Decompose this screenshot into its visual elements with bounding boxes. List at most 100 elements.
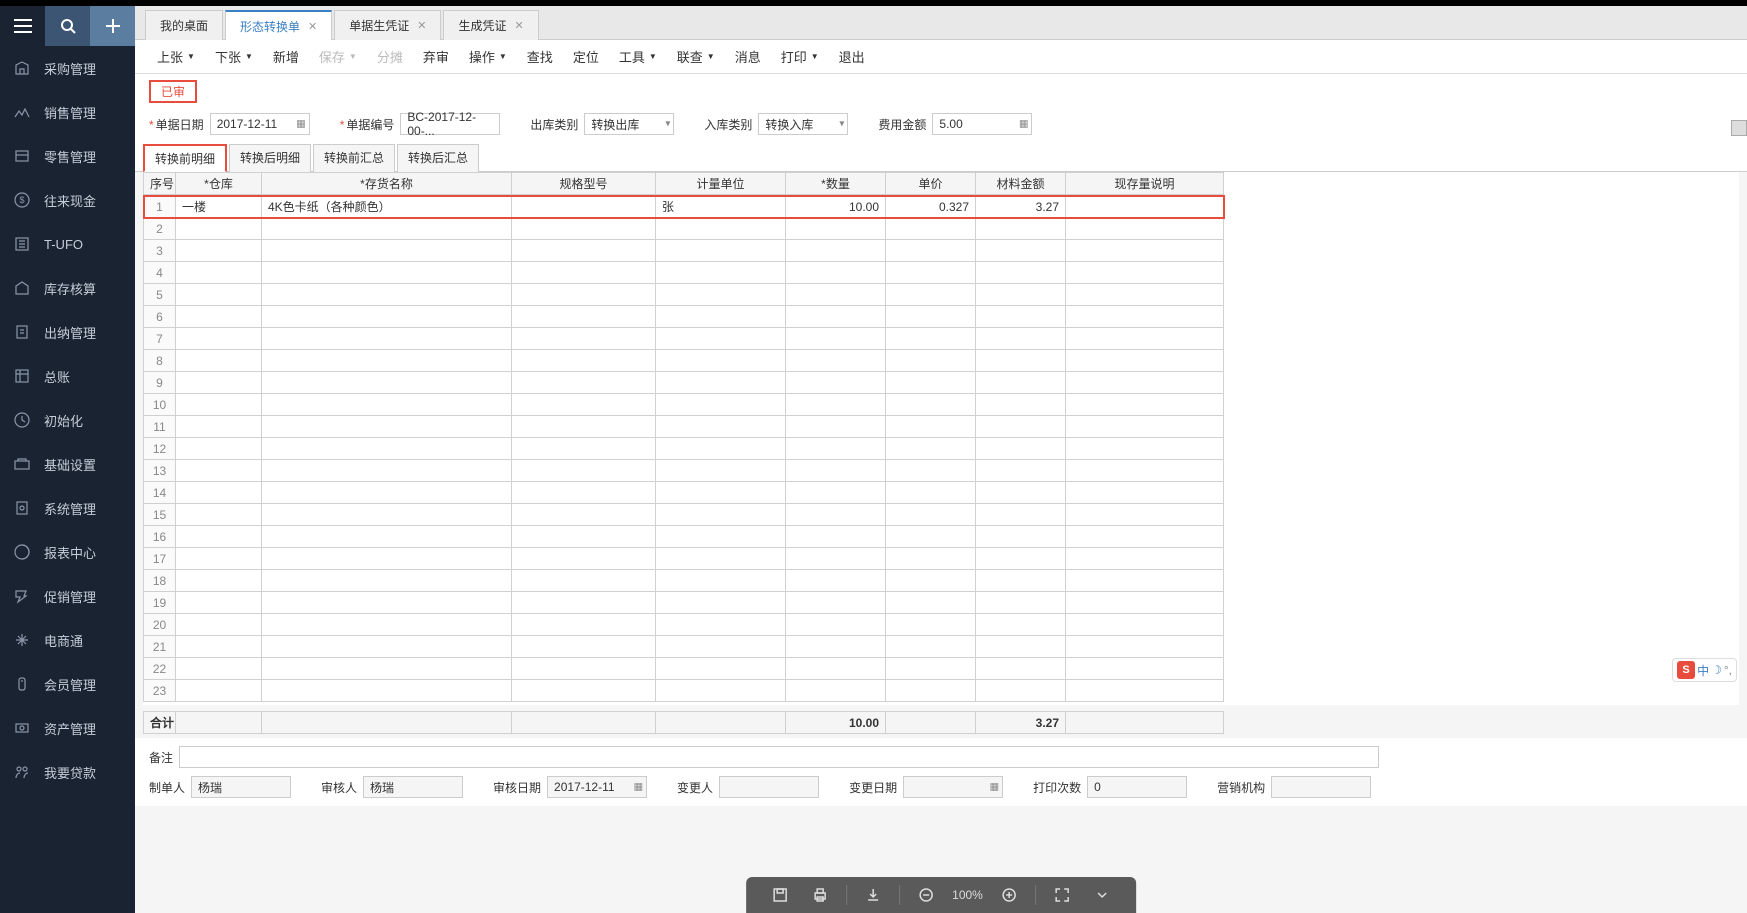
sidebar-item-3[interactable]: $往来现金 [0,178,135,222]
subtab[interactable]: 转换后明细 [229,144,311,172]
sidebar-item-11[interactable]: 报表中心 [0,530,135,574]
print-icon[interactable] [806,881,834,909]
toolbar-弃审[interactable]: 弃审 [415,43,457,70]
tab[interactable]: 我的桌面 [145,10,223,40]
export-icon[interactable] [859,881,887,909]
table-row[interactable]: 19 [144,592,1224,614]
print-input: 0 [1087,776,1187,798]
menu-button[interactable] [0,6,45,46]
sidebar-item-12[interactable]: 促销管理 [0,574,135,618]
table-row[interactable]: 22 [144,658,1224,680]
column-header[interactable]: *数量 [786,173,886,195]
sidebar-item-9[interactable]: 基础设置 [0,442,135,486]
ime-widget[interactable]: S 中 ☽ °, [1672,658,1737,682]
save-icon[interactable] [766,881,794,909]
toolbar-新增[interactable]: 新增 [265,43,307,70]
table-row[interactable]: 5 [144,284,1224,306]
table-row[interactable]: 18 [144,570,1224,592]
zoom-in-icon[interactable] [995,881,1023,909]
column-header[interactable]: 材料金额 [976,173,1066,195]
sidebar-item-16[interactable]: 我要贷款 [0,750,135,794]
scroll-indicator[interactable] [1731,120,1747,136]
toolbar-label: 定位 [573,47,599,66]
column-header[interactable]: 现存量说明 [1066,173,1224,195]
out-select[interactable]: 转换出库▾ [584,113,674,135]
table-row[interactable]: 20 [144,614,1224,636]
column-header[interactable]: 计量单位 [656,173,786,195]
sidebar-item-1[interactable]: 销售管理 [0,90,135,134]
date-input[interactable]: 2017-12-11▦ [210,113,310,135]
toolbar-联查[interactable]: 联查▼ [669,43,723,70]
close-icon[interactable]: ✕ [308,20,317,33]
sidebar-item-15[interactable]: 资产管理 [0,706,135,750]
table-row[interactable]: 9 [144,372,1224,394]
moon-icon: ☽ [1711,663,1722,677]
table-row[interactable]: 21 [144,636,1224,658]
sidebar-item-label: 零售管理 [44,147,96,166]
chevron-down-icon: ▼ [187,52,195,61]
sidebar-item-4[interactable]: T-UFO [0,222,135,266]
toolbar-操作[interactable]: 操作▼ [461,43,515,70]
table-row[interactable]: 15 [144,504,1224,526]
tab[interactable]: 形态转换单✕ [225,10,332,40]
org-input[interactable] [1271,776,1371,798]
table-row[interactable]: 17 [144,548,1224,570]
code-input[interactable]: BC-2017-12-00-... [400,113,500,135]
add-button[interactable] [90,6,135,46]
in-select[interactable]: 转换入库▾ [758,113,848,135]
table-row[interactable]: 14 [144,482,1224,504]
toolbar-消息[interactable]: 消息 [727,43,769,70]
toolbar-定位[interactable]: 定位 [565,43,607,70]
search-button[interactable] [45,6,90,46]
column-header[interactable]: 单价 [886,173,976,195]
table-row[interactable]: 1一楼4K色卡纸（各种颜色）张10.000.3273.27 [144,196,1224,218]
sidebar-item-label: T-UFO [44,237,83,252]
toolbar-上张[interactable]: 上张▼ [149,43,203,70]
tab[interactable]: 生成凭证✕ [443,10,538,40]
table-row[interactable]: 8 [144,350,1224,372]
column-header[interactable]: *仓库 [176,173,262,195]
table-row[interactable]: 23 [144,680,1224,702]
tab[interactable]: 单据生凭证✕ [334,10,441,40]
column-header[interactable]: 规格型号 [512,173,656,195]
toolbar-查找[interactable]: 查找 [519,43,561,70]
sidebar-item-13[interactable]: 电商通 [0,618,135,662]
table-row[interactable]: 10 [144,394,1224,416]
table-row[interactable]: 2 [144,218,1224,240]
close-icon[interactable]: ✕ [417,19,426,32]
column-header[interactable]: *存货名称 [262,173,512,195]
column-header[interactable]: 序号 [144,173,176,195]
table-row[interactable]: 3 [144,240,1224,262]
more-icon[interactable] [1088,881,1116,909]
sidebar-item-6[interactable]: 出纳管理 [0,310,135,354]
sidebar-item-10[interactable]: 系统管理 [0,486,135,530]
table-row[interactable]: 11 [144,416,1224,438]
subtab[interactable]: 转换后汇总 [397,144,479,172]
toolbar-打印[interactable]: 打印▼ [773,43,827,70]
table-row[interactable]: 13 [144,460,1224,482]
toolbar-工具[interactable]: 工具▼ [611,43,665,70]
close-icon[interactable]: ✕ [515,19,524,32]
sidebar-icon [12,498,32,518]
table-row[interactable]: 16 [144,526,1224,548]
zoom-out-icon[interactable] [912,881,940,909]
sidebar-item-14[interactable]: 会员管理 [0,662,135,706]
table-row[interactable]: 6 [144,306,1224,328]
sidebar-item-7[interactable]: 总账 [0,354,135,398]
table-row[interactable]: 4 [144,262,1224,284]
subtab[interactable]: 转换前汇总 [313,144,395,172]
fee-input[interactable]: 5.00▦ [932,113,1032,135]
fullscreen-icon[interactable] [1048,881,1076,909]
sidebar-item-8[interactable]: 初始化 [0,398,135,442]
subtab[interactable]: 转换前明细 [143,144,227,172]
total-amount: 3.27 [976,712,1066,734]
remark-input[interactable] [179,746,1379,768]
toolbar-退出[interactable]: 退出 [831,43,873,70]
sidebar-item-5[interactable]: 库存核算 [0,266,135,310]
sidebar-item-2[interactable]: 零售管理 [0,134,135,178]
sidebar-item-0[interactable]: 采购管理 [0,46,135,90]
table-row[interactable]: 12 [144,438,1224,460]
toolbar-下张[interactable]: 下张▼ [207,43,261,70]
table-row[interactable]: 7 [144,328,1224,350]
audit-date-input: 2017-12-11▦ [547,776,647,798]
